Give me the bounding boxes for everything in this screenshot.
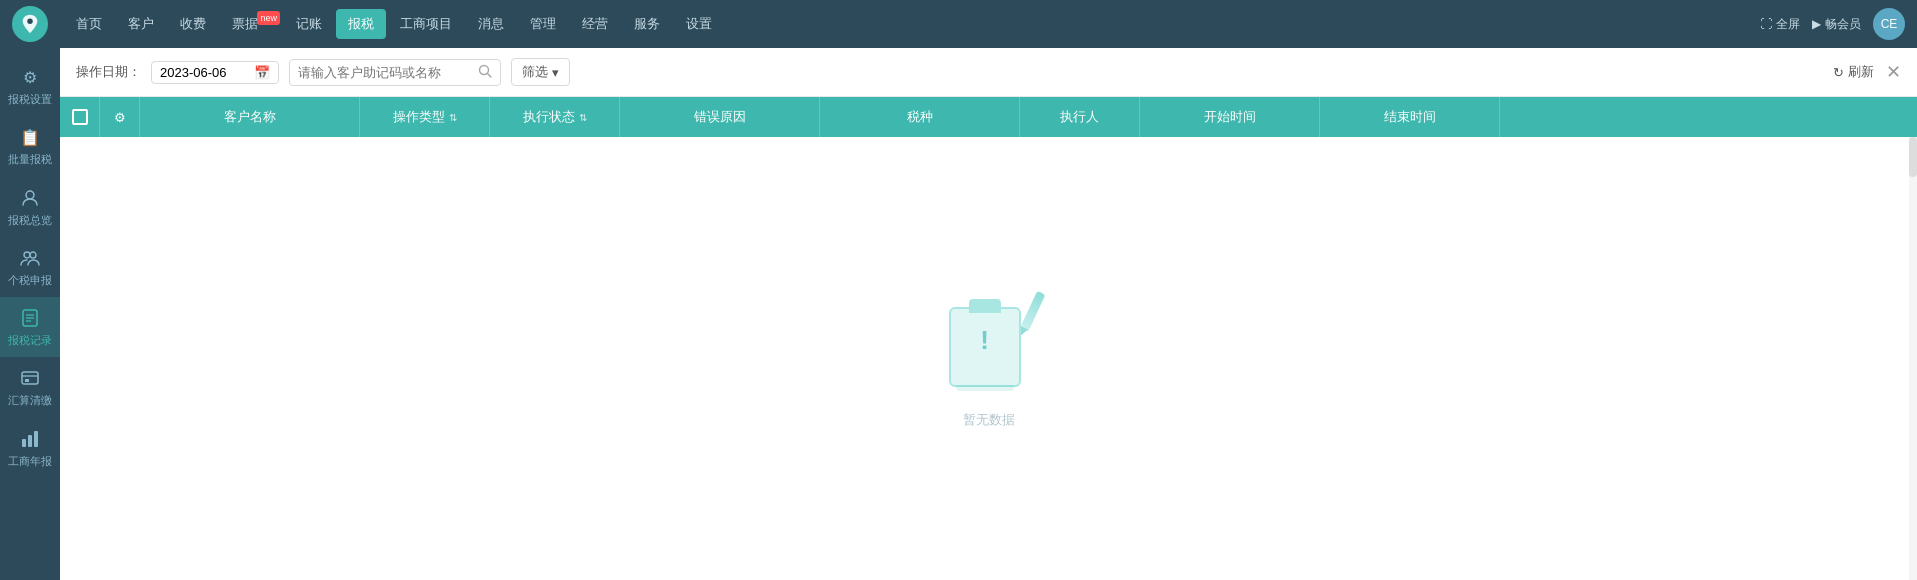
th-end-time: 结束时间 (1320, 97, 1500, 137)
sidebar-item-batch-tax[interactable]: 📋 批量报税 (0, 116, 60, 176)
scrollbar-thumb[interactable] (1909, 137, 1917, 177)
tax-summary-icon (19, 187, 41, 209)
date-input[interactable] (160, 65, 250, 80)
nav-item-operation[interactable]: 经营 (570, 9, 620, 39)
fullscreen-button[interactable]: ⛶ 全屏 (1760, 16, 1800, 33)
th-customer-name: 客户名称 (140, 97, 360, 137)
nav-items: 首页 客户 收费 票据 new 记账 报税 工商项目 消息 管理 经营 服务 设… (64, 9, 1760, 39)
nav-item-settings[interactable]: 设置 (674, 9, 724, 39)
chevron-down-icon: ▾ (552, 65, 559, 80)
close-button[interactable]: ✕ (1886, 61, 1901, 83)
settings-icon: ⚙ (114, 110, 126, 125)
scrollbar[interactable] (1909, 137, 1917, 580)
sidebar-item-personal-tax[interactable]: 个税申报 (0, 237, 60, 297)
avatar[interactable]: CE (1873, 8, 1905, 40)
svg-rect-12 (28, 435, 32, 447)
toolbar: 操作日期： 📅 筛选 ▾ ↻ (60, 48, 1917, 97)
th-tax-type: 税种 (820, 97, 1020, 137)
member-button[interactable]: ▶ 畅会员 (1812, 16, 1861, 33)
sidebar-item-settlement[interactable]: 汇算清缴 (0, 357, 60, 417)
svg-rect-10 (25, 379, 29, 382)
empty-state: ! 暂无数据 (60, 137, 1917, 580)
sidebar: ⚙ 报税设置 📋 批量报税 报税总览 (0, 48, 60, 580)
refresh-icon: ↻ (1833, 65, 1844, 80)
nav-item-fee[interactable]: 收费 (168, 9, 218, 39)
svg-line-15 (488, 73, 492, 77)
nav-item-service[interactable]: 服务 (622, 9, 672, 39)
svg-point-1 (26, 191, 34, 199)
member-icon: ▶ (1812, 17, 1821, 31)
sort-icon-exec-status: ⇅ (579, 112, 587, 123)
empty-illustration: ! (939, 289, 1039, 399)
batch-tax-icon: 📋 (19, 126, 41, 148)
search-input[interactable] (290, 61, 470, 84)
svg-rect-8 (22, 372, 38, 384)
th-start-time: 开始时间 (1140, 97, 1320, 137)
th-checkbox[interactable] (60, 97, 100, 137)
personal-tax-icon (19, 247, 41, 269)
table-wrap: ⚙ 客户名称 操作类型 ⇅ 执行状态 ⇅ 错误原因 税种 (60, 97, 1917, 580)
search-button[interactable] (470, 60, 500, 85)
nav-item-industry[interactable]: 工商项目 (388, 9, 464, 39)
svg-point-0 (27, 19, 33, 25)
settlement-icon (19, 367, 41, 389)
svg-rect-13 (34, 431, 38, 447)
th-executor: 执行人 (1020, 97, 1140, 137)
calendar-icon[interactable]: 📅 (254, 65, 270, 80)
sidebar-item-tax-record[interactable]: 报税记录 (0, 297, 60, 357)
svg-point-2 (24, 252, 30, 258)
nav-item-account[interactable]: 记账 (284, 9, 334, 39)
content-area: 操作日期： 📅 筛选 ▾ ↻ (60, 48, 1917, 580)
nav-item-tax[interactable]: 报税 (336, 9, 386, 39)
nav-item-customer[interactable]: 客户 (116, 9, 166, 39)
svg-point-3 (30, 252, 36, 258)
nav-item-message[interactable]: 消息 (466, 9, 516, 39)
nav-item-ticket[interactable]: 票据 new (220, 9, 282, 39)
main-layout: ⚙ 报税设置 📋 批量报税 报税总览 (0, 48, 1917, 580)
date-input-wrap[interactable]: 📅 (151, 61, 279, 84)
tax-settings-icon: ⚙ (19, 66, 41, 88)
svg-rect-11 (22, 439, 26, 447)
refresh-button[interactable]: ↻ 刷新 (1833, 63, 1874, 81)
nav-item-manage[interactable]: 管理 (518, 9, 568, 39)
annual-report-icon (19, 428, 41, 450)
fullscreen-icon: ⛶ (1760, 17, 1772, 31)
empty-text: 暂无数据 (963, 411, 1015, 429)
app-logo[interactable] (12, 6, 48, 42)
sort-icon-op-type: ⇅ (449, 112, 457, 123)
th-settings[interactable]: ⚙ (100, 97, 140, 137)
sidebar-item-annual-report[interactable]: 工商年报 (0, 418, 60, 478)
top-nav-right: ⛶ 全屏 ▶ 畅会员 CE (1760, 8, 1905, 40)
date-label: 操作日期： (76, 63, 141, 81)
toolbar-right: ↻ 刷新 ✕ (1833, 61, 1901, 83)
sidebar-item-tax-summary[interactable]: 报税总览 (0, 177, 60, 237)
new-badge: new (257, 11, 280, 25)
sidebar-item-tax-settings[interactable]: ⚙ 报税设置 (0, 56, 60, 116)
nav-item-home[interactable]: 首页 (64, 9, 114, 39)
top-nav: 首页 客户 收费 票据 new 记账 报税 工商项目 消息 管理 经营 服务 设… (0, 0, 1917, 48)
header-checkbox[interactable] (72, 109, 88, 125)
table-header: ⚙ 客户名称 操作类型 ⇅ 执行状态 ⇅ 错误原因 税种 (60, 97, 1917, 137)
search-wrap (289, 59, 501, 86)
th-op-type[interactable]: 操作类型 ⇅ (360, 97, 490, 137)
th-error-reason: 错误原因 (620, 97, 820, 137)
th-exec-status[interactable]: 执行状态 ⇅ (490, 97, 620, 137)
filter-button[interactable]: 筛选 ▾ (511, 58, 570, 86)
tax-record-icon (19, 307, 41, 329)
